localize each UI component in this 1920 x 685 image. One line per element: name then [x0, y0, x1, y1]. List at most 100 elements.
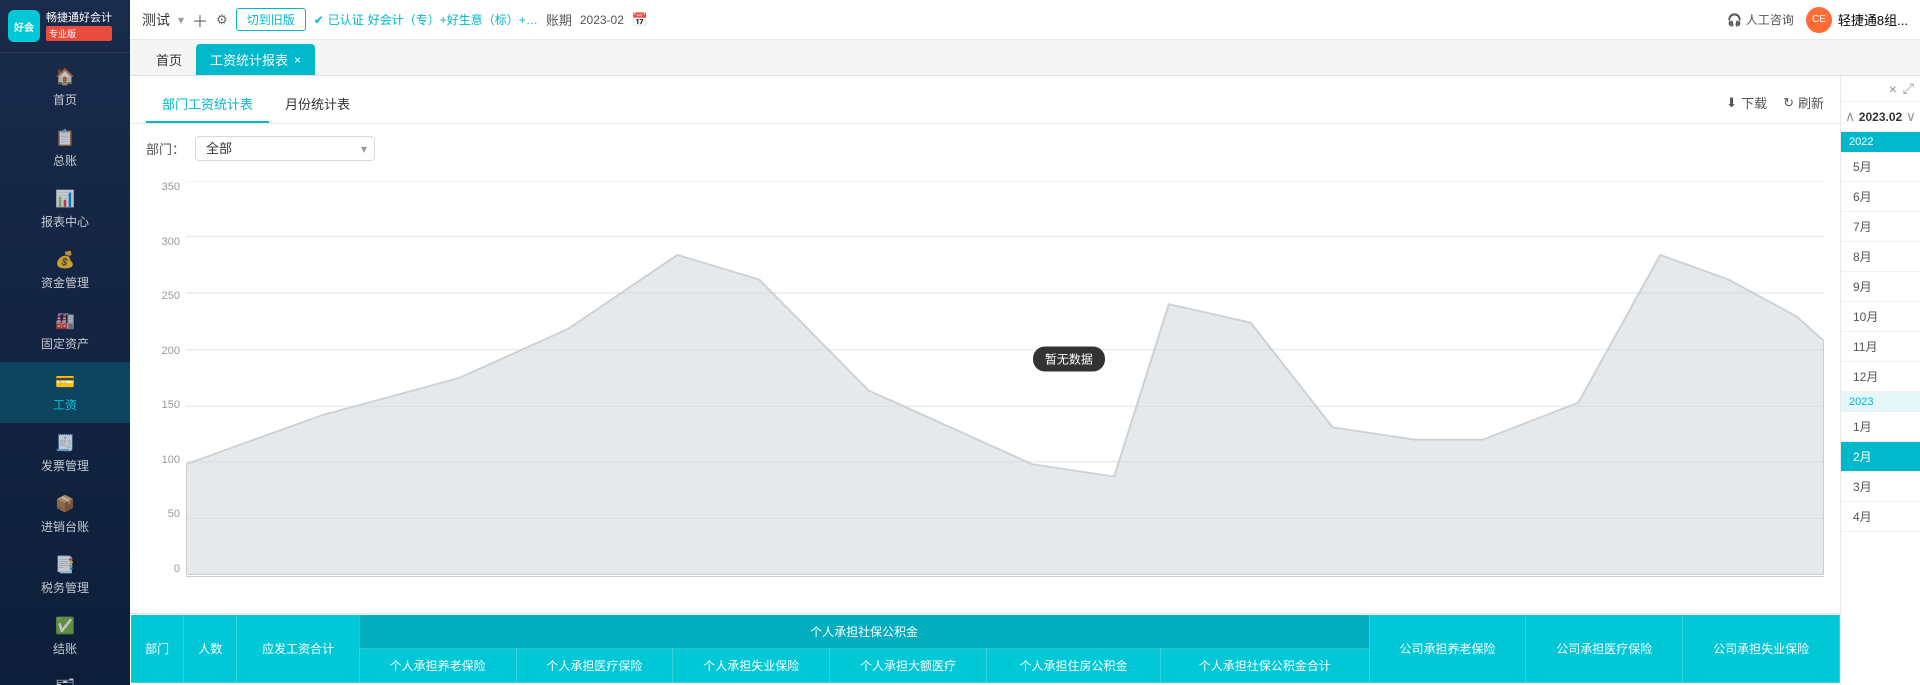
dept-select[interactable]: 全部 [195, 136, 375, 161]
tab-salary-report[interactable]: 工资统计报表 × [196, 44, 315, 75]
month-2022-7[interactable]: 7月 [1841, 212, 1920, 242]
y-axis: 350 300 250 200 150 100 50 0 [146, 181, 186, 575]
col-company-pension: 公司承担养老保险 [1369, 615, 1526, 683]
y-label-150: 150 [162, 399, 180, 411]
refresh-button[interactable]: ↻ 刷新 [1783, 93, 1824, 112]
subtab-month[interactable]: 月份统计表 [269, 86, 366, 123]
month-2023-2[interactable]: 2月 [1841, 442, 1920, 472]
month-2022-12[interactable]: 12月 [1841, 362, 1920, 392]
line-chart-svg [186, 181, 1824, 575]
col-personal-total: 个人承担社保公积金合计 [1160, 649, 1369, 683]
sidebar-item-reports[interactable]: 📊 报表中心 [0, 179, 130, 240]
date-up-arrow[interactable]: ∧ [1845, 108, 1855, 125]
month-2023-1[interactable]: 1月 [1841, 412, 1920, 442]
tab-home[interactable]: 首页 [142, 44, 196, 75]
sidebar-item-assets[interactable]: 🏭 固定资产 [0, 301, 130, 362]
subtab-dept-label: 部门工资统计表 [162, 97, 253, 112]
project-name: 测试 [142, 10, 170, 30]
add-button[interactable]: ＋ [192, 8, 208, 32]
sidebar-label-invoice: 发票管理 [41, 457, 89, 474]
month-2022-9[interactable]: 9月 [1841, 272, 1920, 302]
sidebar-label-tax: 税务管理 [41, 579, 89, 596]
date-down-arrow[interactable]: ∨ [1906, 108, 1916, 125]
avatar-text: CE [1812, 14, 1826, 25]
dept-label: 部门： [146, 139, 185, 158]
certified-check-icon: ✔ [314, 13, 324, 27]
logo-icon: 好会 [8, 10, 40, 42]
calendar-icon[interactable]: 📅 [632, 12, 648, 28]
sidebar-item-ledger[interactable]: 📋 总账 [0, 118, 130, 179]
month-2022-11[interactable]: 11月 [1841, 332, 1920, 362]
sidebar-item-archive[interactable]: 🗂 归档管理 [0, 667, 130, 685]
settings-icon[interactable]: ⚙ [216, 12, 228, 28]
sidebar-label-sales: 进销台账 [41, 518, 89, 535]
sidebar-nav: 🏠 首页 📋 总账 📊 报表中心 💰 资金管理 🏭 固定资产 💳 工资 🧾 发票… [0, 53, 130, 685]
certified-label: 已认证 [328, 11, 364, 28]
tab-salary-label: 工资统计报表 [210, 50, 288, 69]
table-area: 部门 人数 应发工资合计 个人承担社保公积金 公司承担养老保险 公司承担医疗保险… [130, 613, 1840, 685]
col-personal-major-medical: 个人承担大额医疗 [830, 649, 987, 683]
archive-icon: 🗂 [55, 677, 75, 685]
year-2022-label: 2022 [1841, 132, 1920, 152]
col-personal-medical: 个人承担医疗保险 [516, 649, 673, 683]
sidebar-item-salary[interactable]: 💳 工资 [0, 362, 130, 423]
sales-icon: 📦 [55, 494, 75, 514]
sidebar-item-funds[interactable]: 💰 资金管理 [0, 240, 130, 301]
chart-area: 350 300 250 200 150 100 50 0 [130, 173, 1840, 613]
sidebar: 好会 畅捷通好会计 专业版 🏠 首页 📋 总账 📊 报表中心 💰 资金管理 🏭 … [0, 0, 130, 685]
tabbar: 首页 工资统计报表 × [130, 40, 1920, 76]
col-company-medical: 公司承担医疗保险 [1526, 615, 1683, 683]
sidebar-label-assets: 固定资产 [41, 335, 89, 352]
y-label-0: 0 [174, 563, 180, 575]
sidebar-label-funds: 资金管理 [41, 274, 89, 291]
user-menu[interactable]: CE 轻捷通8组... [1806, 7, 1908, 33]
date-panel: × ⤢ ∧ 2023.02 ∨ 2022 5月 6月 7月 8月 9月 10月 … [1840, 76, 1920, 685]
sidebar-item-home[interactable]: 🏠 首页 [0, 57, 130, 118]
col-group-personal: 个人承担社保公积金 [359, 615, 1369, 649]
col-personal-pension: 个人承担养老保险 [359, 649, 516, 683]
sidebar-label-ledger: 总账 [53, 152, 77, 169]
filter-left: 部门： 全部 ▾ [146, 136, 375, 161]
col-personal-housing: 个人承担住房公积金 [986, 649, 1160, 683]
home-icon: 🏠 [55, 67, 75, 87]
ledger-icon: 📋 [55, 128, 75, 148]
help-button[interactable]: 🎧 人工咨询 [1727, 11, 1794, 28]
switch-version-button[interactable]: 切到旧版 [236, 8, 306, 31]
refresh-icon: ↻ [1783, 95, 1794, 111]
tab-close-icon[interactable]: × [294, 53, 301, 67]
sidebar-item-tax[interactable]: 📑 税务管理 [0, 545, 130, 606]
x-axis-line [186, 576, 1824, 577]
sidebar-label-salary: 工资 [53, 396, 77, 413]
sidebar-item-checkout[interactable]: ✅ 结账 [0, 606, 130, 667]
month-2023-3[interactable]: 3月 [1841, 472, 1920, 502]
tax-icon: 📑 [55, 555, 75, 575]
help-label: 人工咨询 [1746, 11, 1794, 28]
download-button[interactable]: ⬇ 下载 [1726, 93, 1767, 112]
date-months-list: 2022 5月 6月 7月 8月 9月 10月 11月 12月 2023 1月 … [1841, 132, 1920, 685]
sidebar-item-invoice[interactable]: 🧾 发票管理 [0, 423, 130, 484]
month-2022-10[interactable]: 10月 [1841, 302, 1920, 332]
col-dept: 部门 [131, 615, 184, 683]
month-2022-8[interactable]: 8月 [1841, 242, 1920, 272]
invoice-icon: 🧾 [55, 433, 75, 453]
current-year-label: 2023.02 [1859, 110, 1902, 124]
checkout-icon: ✅ [55, 616, 75, 636]
col-count: 人数 [184, 615, 237, 683]
col-personal-unemploy: 个人承担失业保险 [673, 649, 830, 683]
content-main: 部门工资统计表 月份统计表 ⬇ 下载 ↻ 刷新 [130, 76, 1840, 685]
panel-close-button[interactable]: × [1889, 80, 1897, 97]
panel-expand-button[interactable]: ⤢ [1903, 80, 1914, 97]
topbar-right: 🎧 人工咨询 CE 轻捷通8组... [1727, 7, 1908, 33]
data-table: 部门 人数 应发工资合计 个人承担社保公积金 公司承担养老保险 公司承担医疗保险… [130, 614, 1840, 683]
main-area: 测试 ▾ ＋ ⚙ 切到旧版 ✔ 已认证 好会计（专）+好生意（标）+… 账期 2… [130, 0, 1920, 685]
dropdown-arrow-icon[interactable]: ▾ [178, 13, 184, 27]
dept-filter-bar: 部门： 全部 ▾ [130, 124, 1840, 173]
month-2023-4[interactable]: 4月 [1841, 502, 1920, 532]
month-2022-5[interactable]: 5月 [1841, 152, 1920, 182]
dept-select-wrap: 全部 ▾ [195, 136, 375, 161]
month-2022-6[interactable]: 6月 [1841, 182, 1920, 212]
y-label-250: 250 [162, 290, 180, 302]
sidebar-item-sales[interactable]: 📦 进销台账 [0, 484, 130, 545]
download-icon: ⬇ [1726, 95, 1737, 111]
subtab-dept[interactable]: 部门工资统计表 [146, 86, 269, 123]
